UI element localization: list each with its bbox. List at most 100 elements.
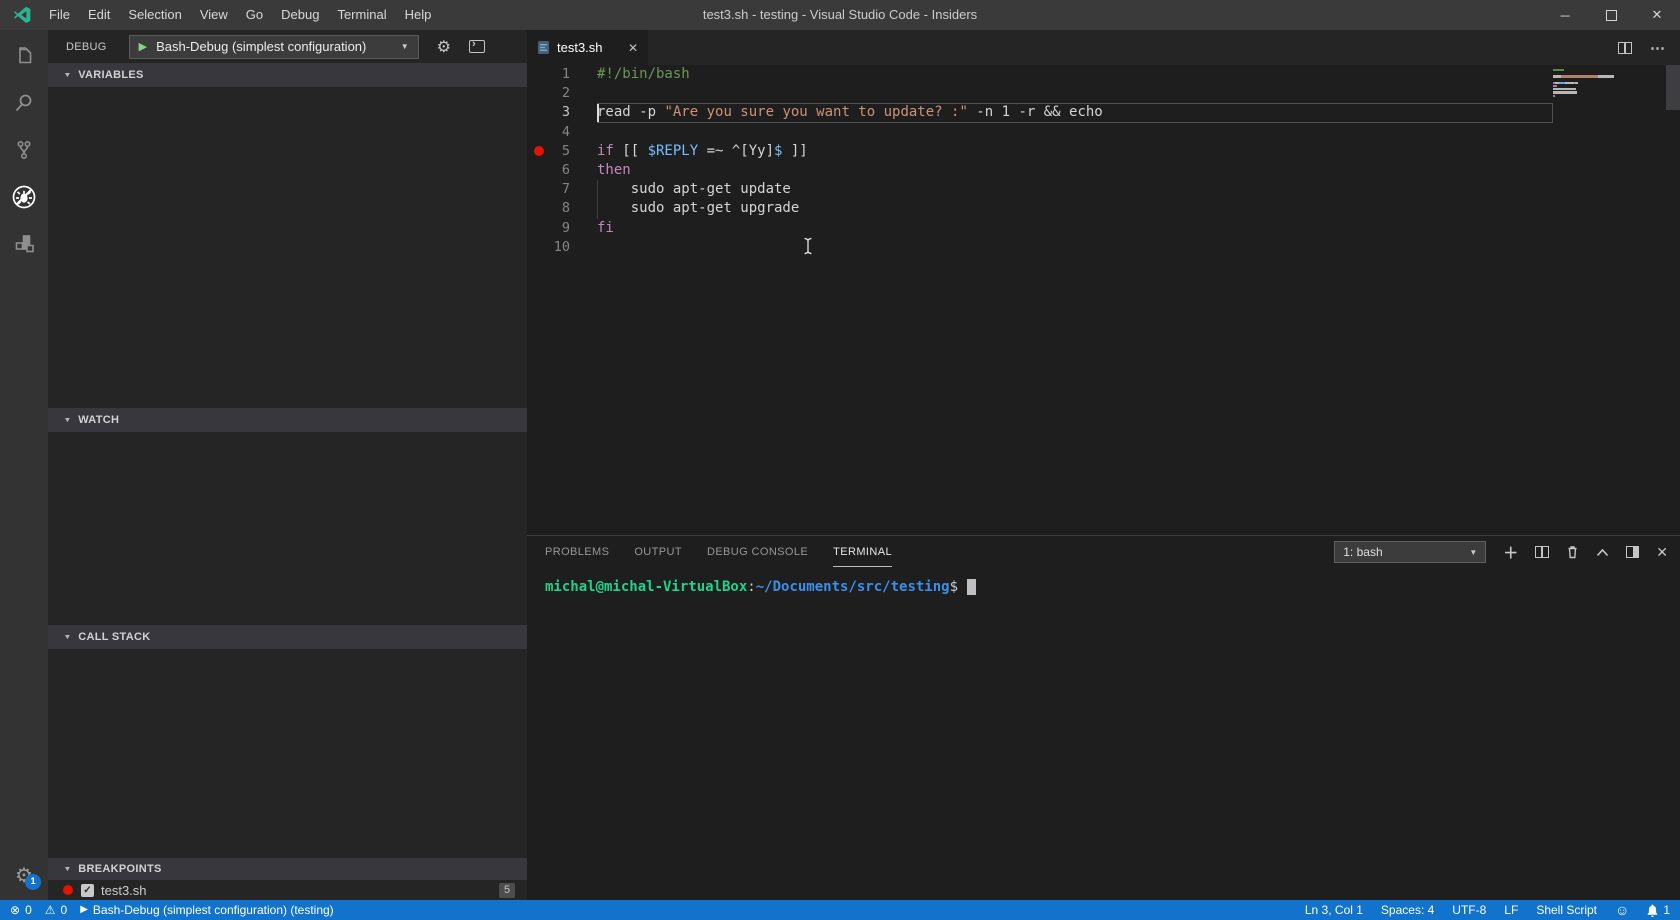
- indentation[interactable]: Spaces: 4: [1381, 903, 1434, 917]
- menu-file[interactable]: File: [40, 0, 79, 30]
- terminal-select[interactable]: 1: bash ▼: [1334, 541, 1486, 563]
- panel-tab-debug-console[interactable]: DEBUG CONSOLE: [707, 546, 808, 567]
- code-line-6[interactable]: 6then: [527, 161, 1680, 180]
- manage-gear-icon[interactable]: ⚙ 1: [0, 858, 48, 892]
- section-call-stack[interactable]: ▼ CALL STACK: [48, 625, 527, 649]
- section-breakpoints[interactable]: ▼ BREAKPOINTS: [48, 858, 527, 880]
- gutter-line-9[interactable]: 9: [527, 219, 597, 238]
- new-terminal-icon[interactable]: ＋: [1503, 542, 1518, 563]
- breakpoint-checkbox[interactable]: ✓: [81, 884, 94, 897]
- menu-help[interactable]: Help: [396, 0, 441, 30]
- more-actions-icon[interactable]: ⋯: [1650, 39, 1666, 57]
- panel-tab-terminal[interactable]: TERMINAL: [833, 546, 892, 567]
- terminal-select-value: 1: bash: [1343, 545, 1382, 559]
- debug-status[interactable]: ▶ Bash-Debug (simplest configuration) (t…: [80, 903, 333, 917]
- panel-position-icon[interactable]: [1626, 546, 1639, 558]
- ibeam-mouse-pointer: [803, 237, 813, 259]
- gutter-line-7[interactable]: 7: [527, 180, 597, 199]
- breakpoint-file-label: test3.sh: [101, 883, 147, 898]
- token: sudo apt-get update: [597, 181, 791, 197]
- panel-controls: 1: bash ▼ ＋: [1334, 541, 1668, 563]
- gutter-line-2[interactable]: 2: [527, 84, 597, 103]
- minimap-seg: [1553, 85, 1557, 87]
- minimize-button[interactable]: ─: [1542, 0, 1588, 30]
- scrollbar-thumb[interactable]: [1666, 65, 1680, 110]
- vscode-window: FileEditSelectionViewGoDebugTerminalHelp…: [0, 0, 1680, 920]
- error-icon: ⊗: [10, 904, 20, 916]
- split-terminal-icon[interactable]: [1535, 546, 1549, 558]
- close-button[interactable]: ✕: [1634, 0, 1680, 30]
- maximize-button[interactable]: [1588, 0, 1634, 30]
- encoding[interactable]: UTF-8: [1452, 903, 1486, 917]
- gutter-line-1[interactable]: 1: [527, 65, 597, 84]
- code-line-10[interactable]: 10: [527, 238, 1680, 257]
- section-variables[interactable]: ▼ VARIABLES: [48, 63, 527, 87]
- line-number: 2: [562, 84, 570, 103]
- tab-test3-sh[interactable]: test3.sh ✕: [527, 30, 648, 65]
- menu-debug[interactable]: Debug: [272, 0, 328, 30]
- gutter-line-6[interactable]: 6: [527, 161, 597, 180]
- language-mode[interactable]: Shell Script: [1536, 903, 1597, 917]
- editor-scrollbar[interactable]: [1666, 65, 1680, 535]
- code-line-8[interactable]: 8 sudo apt-get upgrade: [527, 199, 1680, 218]
- maximize-panel-icon[interactable]: [1596, 548, 1609, 557]
- gutter-line-8[interactable]: 8: [527, 199, 597, 218]
- start-debug-icon[interactable]: ▶: [139, 40, 147, 53]
- minimap-seg: [1575, 82, 1578, 84]
- section-watch[interactable]: ▼ WATCH: [48, 408, 527, 432]
- eol[interactable]: LF: [1504, 903, 1518, 917]
- tab-label: test3.sh: [557, 40, 603, 55]
- menubar: FileEditSelectionViewGoDebugTerminalHelp: [40, 0, 440, 30]
- breakpoint-dot-icon[interactable]: [534, 146, 544, 156]
- code-line-2[interactable]: 2: [527, 84, 1680, 103]
- minimize-icon: ─: [1560, 8, 1569, 23]
- configure-gear-icon[interactable]: ⚙: [437, 37, 451, 57]
- cursor-position[interactable]: Ln 3, Col 1: [1305, 903, 1363, 917]
- feedback-smiley-icon[interactable]: ☺: [1615, 902, 1629, 918]
- gutter-line-5[interactable]: 5: [527, 142, 597, 161]
- code-editor[interactable]: 1#!/bin/bash23read -p "Are you sure you …: [527, 65, 1680, 535]
- breakpoint-list-item[interactable]: ✓ test3.sh 5: [48, 880, 527, 900]
- errors-warnings[interactable]: ⊗ 0 ⚠ 0: [10, 903, 67, 917]
- explorer-icon[interactable]: [0, 32, 48, 79]
- debug-status-label: Bash-Debug (simplest configuration) (tes…: [93, 903, 334, 917]
- code-line-9[interactable]: 9fi: [527, 219, 1680, 238]
- code-line-4[interactable]: 4: [527, 123, 1680, 142]
- search-icon[interactable]: [0, 79, 48, 126]
- kill-terminal-icon[interactable]: [1566, 545, 1579, 559]
- debug-console-icon[interactable]: [469, 40, 485, 53]
- debug-sidebar: DEBUG ▶ Bash-Debug (simplest configurati…: [48, 30, 527, 900]
- launch-config-dropdown[interactable]: ▶ Bash-Debug (simplest configuration) ▼: [129, 35, 419, 59]
- minimap[interactable]: [1553, 69, 1663, 101]
- code-line-1[interactable]: 1#!/bin/bash: [527, 65, 1680, 84]
- menu-terminal[interactable]: Terminal: [328, 0, 395, 30]
- debug-icon[interactable]: [0, 173, 48, 220]
- menu-edit[interactable]: Edit: [79, 0, 119, 30]
- minimap-seg: [1553, 88, 1576, 90]
- gear-glyph: ⚙: [437, 37, 451, 57]
- split-editor-icon[interactable]: [1618, 42, 1632, 54]
- menu-selection[interactable]: Selection: [119, 0, 190, 30]
- source-control-icon[interactable]: [0, 126, 48, 173]
- terminal[interactable]: michal@michal-VirtualBox:~/Documents/src…: [527, 567, 1680, 597]
- line-number: 6: [562, 161, 570, 180]
- code-line-7[interactable]: 7 sudo apt-get update: [527, 180, 1680, 199]
- gutter-line-4[interactable]: 4: [527, 123, 597, 142]
- notifications-bell[interactable]: 1: [1647, 903, 1670, 917]
- vscode-insiders-logo: [12, 5, 32, 25]
- code-line-3[interactable]: 3read -p "Are you sure you want to updat…: [527, 103, 1680, 122]
- code-line-5[interactable]: 5if [[ $REPLY =~ ^[Yy]$ ]]: [527, 142, 1680, 161]
- gutter-line-10[interactable]: 10: [527, 238, 597, 257]
- panel-tabs: PROBLEMS OUTPUT DEBUG CONSOLE TERMINAL: [545, 546, 917, 567]
- panel-tab-problems[interactable]: PROBLEMS: [545, 546, 609, 567]
- extensions-icon[interactable]: [0, 220, 48, 267]
- panel-tab-output[interactable]: OUTPUT: [634, 546, 682, 567]
- main-row: ⚙ 1 DEBUG ▶ Bash-Debug (simplest configu…: [0, 30, 1680, 900]
- menu-go[interactable]: Go: [237, 0, 272, 30]
- tab-close-icon[interactable]: ✕: [628, 41, 638, 55]
- gutter-line-3[interactable]: 3: [527, 103, 597, 122]
- panel-header: PROBLEMS OUTPUT DEBUG CONSOLE TERMINAL 1: b…: [527, 536, 1680, 567]
- code-text: sudo apt-get upgrade: [597, 199, 1680, 218]
- menu-view[interactable]: View: [191, 0, 237, 30]
- close-panel-icon[interactable]: ✕: [1656, 544, 1668, 561]
